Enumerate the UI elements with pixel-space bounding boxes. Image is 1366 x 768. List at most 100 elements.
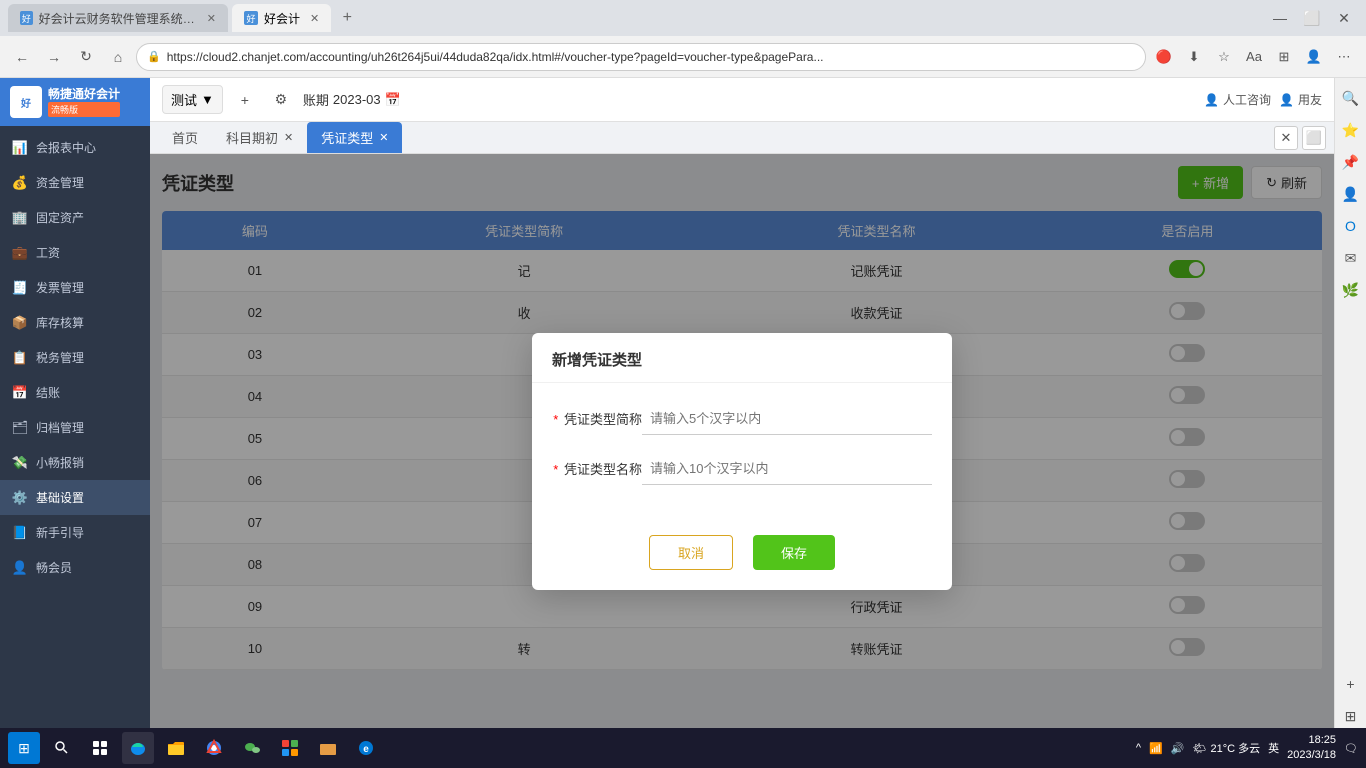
sidebar: 好 畅捷通好会计 流畅版 📊 会报表中心 💰 资金管理 🏢 固定资产 💼 工资 [0,78,150,768]
inventory-icon: 📦 [12,315,28,331]
right-send-icon[interactable]: ✉ [1339,246,1363,270]
dashboard-icon: 📊 [12,140,28,156]
abbr-input[interactable] [642,403,932,435]
logo-text-container: 畅捷通好会计 流畅版 [48,87,120,118]
extensions-button[interactable]: 🔴 [1150,43,1178,71]
home-button[interactable]: ⌂ [104,43,132,71]
tab-favicon-2: 好 [244,11,258,25]
tab-subjects[interactable]: 科目期初 ✕ [212,122,307,153]
new-tab-button[interactable]: + [335,6,359,30]
page-tabs: 首页 科目期初 ✕ 凭证类型 ✕ [150,122,410,153]
tab-voucher-type[interactable]: 凭证类型 ✕ [307,122,402,153]
settings-gear-button[interactable]: ⚙ [267,86,295,114]
sidebar-label-guide: 新手引导 [36,524,84,541]
user-button[interactable]: 👤 用友 [1279,91,1322,108]
taskbar-system-tray: ^ 📶 🔊 🌤 21°C 多云 英 18:25 2023/3/18 🗨 [1136,733,1358,764]
taskbar-clock[interactable]: 18:25 2023/3/18 [1287,733,1336,764]
right-pin-icon[interactable]: 📌 [1339,150,1363,174]
tab-panel-actions: ✕ ⬜ [1274,126,1326,150]
form-row-name: * 凭证类型名称 [552,453,932,485]
browser-tab-2[interactable]: 好 好会计 ✕ [232,4,331,32]
finance-icon: 💰 [12,175,28,191]
sidebar-item-expense[interactable]: 💸 小畅报销 [0,445,150,480]
consult-button[interactable]: 👤 人工咨询 [1204,91,1271,108]
input-method[interactable]: 英 [1268,740,1279,756]
company-select[interactable]: 测试 ▼ [162,85,223,114]
chrome-taskbar-button[interactable] [198,732,230,764]
minimize-button[interactable]: — [1266,4,1294,32]
name-input[interactable] [642,453,932,485]
sidebar-item-tax[interactable]: 📋 税务管理 [0,340,150,375]
close-accounts-icon: 📅 [12,385,28,401]
profile-button[interactable]: 👤 [1300,43,1328,71]
tab-title-1: 好会计云财务软件管理系统_会计 [39,10,197,27]
sidebar-item-salary[interactable]: 💼 工资 [0,235,150,270]
sidebar-item-close[interactable]: 📅 结账 [0,375,150,410]
back-button[interactable]: ← [8,43,36,71]
volume-icon[interactable]: 🔊 [1171,742,1185,755]
notification-icon[interactable]: 🗨 [1344,742,1358,755]
right-search-icon[interactable]: 🔍 [1339,86,1363,110]
sidebar-item-member[interactable]: 👤 畅会员 [0,550,150,585]
sidebar-item-assets[interactable]: 🏢 固定资产 [0,200,150,235]
reading-mode-button[interactable]: Aa [1240,43,1268,71]
period-label: 账期 [303,90,329,109]
cancel-button[interactable]: 取消 [649,535,733,570]
favorites-button[interactable]: ☆ [1210,43,1238,71]
expand-panel-button[interactable]: ⬜ [1302,126,1326,150]
close-panel-button[interactable]: ✕ [1274,126,1298,150]
chevron-up-icon[interactable]: ^ [1136,742,1141,754]
folders-taskbar-button[interactable] [312,732,344,764]
right-plus-icon[interactable]: + [1339,672,1363,696]
file-explorer-button[interactable] [160,732,192,764]
required-mark-name: * [553,462,558,477]
sidebar-item-inventory[interactable]: 📦 库存核算 [0,305,150,340]
save-button[interactable]: 保存 [753,535,835,570]
weather-text: 21°C 多云 [1210,740,1260,756]
add-company-button[interactable]: + [231,86,259,114]
tab-close-2[interactable]: ✕ [310,12,319,25]
tab-voucher-close[interactable]: ✕ [379,131,388,144]
task-view-button[interactable] [84,732,116,764]
sidebar-item-invoice[interactable]: 🧾 发票管理 [0,270,150,305]
app-container: 好 畅捷通好会计 流畅版 📊 会报表中心 💰 资金管理 🏢 固定资产 💼 工资 [0,78,1366,768]
close-button[interactable]: ✕ [1330,4,1358,32]
edge2-taskbar-button[interactable]: e [350,732,382,764]
tab-bar-wrapper: 首页 科目期初 ✕ 凭证类型 ✕ ✕ ⬜ [150,122,1334,154]
maximize-button[interactable]: ⬜ [1298,4,1326,32]
sidebar-item-finance[interactable]: 💰 资金管理 [0,165,150,200]
browser-tab-1[interactable]: 好 好会计云财务软件管理系统_会计 ✕ [8,4,228,32]
right-star-icon[interactable]: ⭐ [1339,118,1363,142]
right-grid-icon[interactable]: ⊞ [1339,704,1363,728]
form-row-abbr: * 凭证类型简称 [552,403,932,435]
start-button[interactable]: ⊞ [8,732,40,764]
sidebar-item-archive[interactable]: 🗂 归档管理 [0,410,150,445]
address-bar[interactable]: 🔒 https://cloud2.chanjet.com/accounting/… [136,43,1146,71]
consult-label: 人工咨询 [1223,91,1271,108]
sidebar-item-guide[interactable]: 📘 新手引导 [0,515,150,550]
split-screen-button[interactable]: ⊞ [1270,43,1298,71]
tab-subjects-close[interactable]: ✕ [284,131,293,144]
more-button[interactable]: ⋯ [1330,43,1358,71]
time-display: 18:25 [1287,733,1336,748]
tab-favicon-1: 好 [20,11,33,25]
tab-close-1[interactable]: ✕ [207,12,216,25]
tab-home[interactable]: 首页 [158,122,212,153]
store-taskbar-button[interactable] [274,732,306,764]
sidebar-item-settings[interactable]: ⚙️ 基础设置 [0,480,150,515]
browser-nav-bar: ← → ↻ ⌂ 🔒 https://cloud2.chanjet.com/acc… [0,36,1366,78]
edge-taskbar-button[interactable] [122,732,154,764]
search-taskbar-button[interactable] [46,732,78,764]
forward-button[interactable]: → [40,43,68,71]
sidebar-item-dashboard[interactable]: 📊 会报表中心 [0,130,150,165]
refresh-nav-button[interactable]: ↻ [72,43,100,71]
right-outlook-icon[interactable]: O [1339,214,1363,238]
downloads-button[interactable]: ⬇ [1180,43,1208,71]
right-leaf-icon[interactable]: 🌿 [1339,278,1363,302]
salary-icon: 💼 [12,245,28,261]
network-icon[interactable]: 📶 [1149,742,1163,755]
sidebar-menu: 📊 会报表中心 💰 资金管理 🏢 固定资产 💼 工资 🧾 发票管理 📦 [0,126,150,735]
wechat-taskbar-button[interactable] [236,732,268,764]
right-person-icon[interactable]: 👤 [1339,182,1363,206]
sidebar-label-tax: 税务管理 [36,349,84,366]
